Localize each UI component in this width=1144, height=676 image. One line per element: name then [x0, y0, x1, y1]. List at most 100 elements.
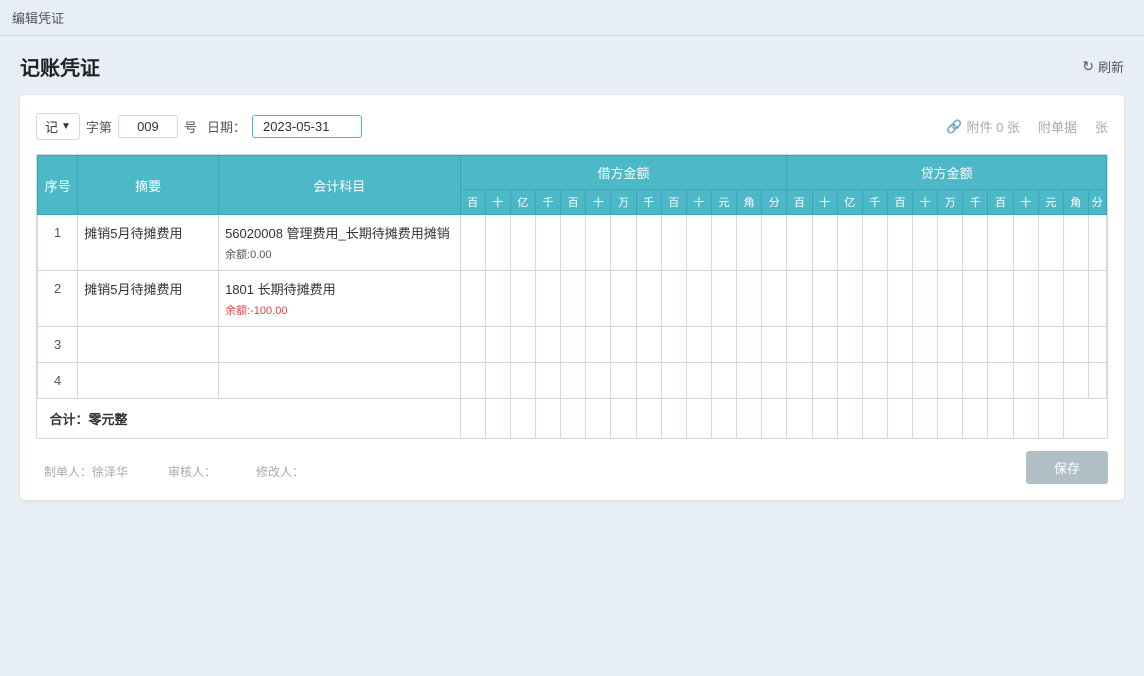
credit-digit-cell[interactable]: [963, 271, 988, 327]
debit-digit-cell[interactable]: [661, 327, 686, 363]
credit-digit-cell[interactable]: [913, 327, 938, 363]
debit-digit-cell[interactable]: [485, 215, 510, 271]
debit-digit-cell[interactable]: [485, 271, 510, 327]
debit-digit-cell[interactable]: [535, 327, 560, 363]
credit-digit-cell[interactable]: [1038, 327, 1063, 363]
debit-digit-cell[interactable]: [737, 363, 762, 399]
debit-digit-cell[interactable]: [460, 215, 485, 271]
cell-account[interactable]: [219, 327, 460, 363]
cell-account[interactable]: 1801 长期待摊费用余额:-100.00: [219, 271, 460, 327]
debit-digit-cell[interactable]: [686, 327, 711, 363]
cell-summary[interactable]: 摊销5月待摊费用: [78, 271, 219, 327]
voucher-number-input[interactable]: [118, 115, 178, 138]
debit-digit-cell[interactable]: [636, 215, 661, 271]
credit-digit-cell[interactable]: [887, 271, 912, 327]
debit-digit-cell[interactable]: [636, 271, 661, 327]
credit-digit-cell[interactable]: [963, 215, 988, 271]
debit-digit-cell[interactable]: [661, 271, 686, 327]
debit-digit-cell[interactable]: [561, 327, 586, 363]
credit-digit-cell[interactable]: [787, 327, 812, 363]
refresh-button[interactable]: ↻ 刷新: [1082, 57, 1124, 76]
credit-digit-cell[interactable]: [887, 215, 912, 271]
save-button[interactable]: 保存: [1026, 451, 1108, 484]
attach-link[interactable]: 🔗 附件 0 张: [946, 117, 1020, 136]
credit-digit-cell[interactable]: [938, 271, 963, 327]
debit-digit-cell[interactable]: [636, 363, 661, 399]
debit-digit-cell[interactable]: [460, 327, 485, 363]
credit-digit-cell[interactable]: [1088, 271, 1106, 327]
credit-digit-cell[interactable]: [988, 271, 1013, 327]
debit-digit-cell[interactable]: [535, 271, 560, 327]
credit-digit-cell[interactable]: [1088, 363, 1106, 399]
credit-digit-cell[interactable]: [1088, 215, 1106, 271]
credit-digit-cell[interactable]: [1013, 363, 1038, 399]
debit-digit-cell[interactable]: [611, 271, 636, 327]
credit-digit-cell[interactable]: [812, 327, 837, 363]
debit-digit-cell[interactable]: [611, 327, 636, 363]
debit-digit-cell[interactable]: [485, 327, 510, 363]
debit-digit-cell[interactable]: [711, 327, 736, 363]
cell-account[interactable]: 56020008 管理费用_长期待摊费用摊销余额:0.00: [219, 215, 460, 271]
credit-digit-cell[interactable]: [837, 327, 862, 363]
prefix-select[interactable]: 记 ▼: [36, 113, 80, 140]
debit-digit-cell[interactable]: [510, 215, 535, 271]
cell-account[interactable]: [219, 363, 460, 399]
credit-digit-cell[interactable]: [787, 271, 812, 327]
cell-summary[interactable]: [78, 363, 219, 399]
debit-digit-cell[interactable]: [762, 363, 787, 399]
credit-digit-cell[interactable]: [862, 215, 887, 271]
debit-digit-cell[interactable]: [586, 327, 611, 363]
debit-digit-cell[interactable]: [611, 363, 636, 399]
credit-digit-cell[interactable]: [812, 363, 837, 399]
debit-digit-cell[interactable]: [561, 271, 586, 327]
debit-digit-cell[interactable]: [485, 363, 510, 399]
credit-digit-cell[interactable]: [1013, 215, 1038, 271]
credit-digit-cell[interactable]: [913, 215, 938, 271]
credit-digit-cell[interactable]: [1063, 271, 1088, 327]
credit-digit-cell[interactable]: [1038, 215, 1063, 271]
credit-digit-cell[interactable]: [862, 271, 887, 327]
debit-digit-cell[interactable]: [535, 215, 560, 271]
credit-digit-cell[interactable]: [1038, 271, 1063, 327]
credit-digit-cell[interactable]: [938, 215, 963, 271]
credit-digit-cell[interactable]: [938, 363, 963, 399]
credit-digit-cell[interactable]: [1013, 327, 1038, 363]
debit-digit-cell[interactable]: [686, 271, 711, 327]
debit-digit-cell[interactable]: [686, 363, 711, 399]
debit-digit-cell[interactable]: [586, 215, 611, 271]
debit-digit-cell[interactable]: [711, 271, 736, 327]
debit-digit-cell[interactable]: [762, 327, 787, 363]
debit-digit-cell[interactable]: [460, 271, 485, 327]
debit-digit-cell[interactable]: [561, 215, 586, 271]
credit-digit-cell[interactable]: [812, 271, 837, 327]
debit-digit-cell[interactable]: [711, 363, 736, 399]
credit-digit-cell[interactable]: [963, 327, 988, 363]
debit-digit-cell[interactable]: [762, 215, 787, 271]
credit-digit-cell[interactable]: [1063, 215, 1088, 271]
credit-digit-cell[interactable]: [862, 327, 887, 363]
credit-digit-cell[interactable]: [963, 363, 988, 399]
debit-digit-cell[interactable]: [510, 363, 535, 399]
credit-digit-cell[interactable]: [1013, 271, 1038, 327]
debit-digit-cell[interactable]: [460, 363, 485, 399]
debit-digit-cell[interactable]: [586, 363, 611, 399]
debit-digit-cell[interactable]: [586, 271, 611, 327]
date-input[interactable]: [252, 115, 362, 138]
credit-digit-cell[interactable]: [913, 271, 938, 327]
credit-digit-cell[interactable]: [1038, 363, 1063, 399]
credit-digit-cell[interactable]: [787, 363, 812, 399]
debit-digit-cell[interactable]: [661, 215, 686, 271]
credit-digit-cell[interactable]: [837, 271, 862, 327]
credit-digit-cell[interactable]: [837, 363, 862, 399]
debit-digit-cell[interactable]: [661, 363, 686, 399]
credit-digit-cell[interactable]: [812, 215, 837, 271]
debit-digit-cell[interactable]: [510, 327, 535, 363]
debit-digit-cell[interactable]: [535, 363, 560, 399]
debit-digit-cell[interactable]: [737, 215, 762, 271]
debit-digit-cell[interactable]: [611, 215, 636, 271]
debit-digit-cell[interactable]: [762, 271, 787, 327]
debit-digit-cell[interactable]: [636, 327, 661, 363]
credit-digit-cell[interactable]: [887, 363, 912, 399]
credit-digit-cell[interactable]: [913, 363, 938, 399]
credit-digit-cell[interactable]: [837, 215, 862, 271]
